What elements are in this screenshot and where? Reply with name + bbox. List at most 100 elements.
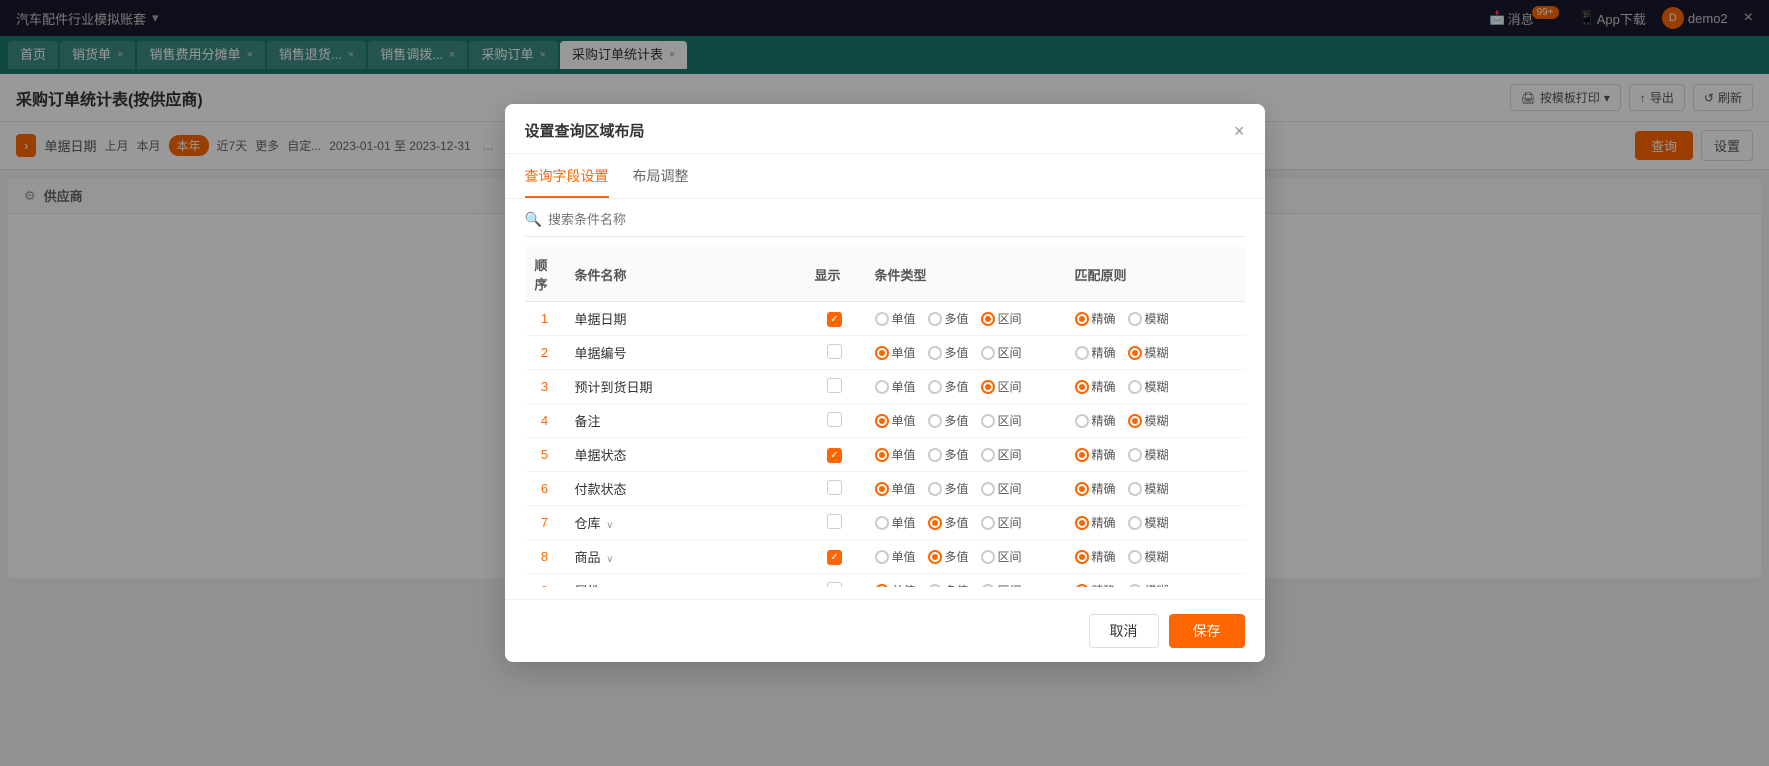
radio-type-multi-4[interactable]: 多值	[928, 446, 969, 463]
radio-type-multi-1[interactable]: 多值	[928, 344, 969, 361]
cell-name-1: 单据编号	[565, 336, 805, 370]
radio-match-exact-1[interactable]: 精确	[1075, 344, 1116, 361]
radio-type-multi-3[interactable]: 多值	[928, 412, 969, 429]
radio-type-single-0[interactable]: 单值	[875, 310, 916, 327]
radio-type-multi-5[interactable]: 多值	[928, 480, 969, 497]
cell-type-4: 单值 多值区间	[865, 438, 1065, 472]
radio-type-range-0[interactable]: 区间	[981, 310, 1022, 327]
radio-match-fuzzy-6[interactable]: 模糊	[1128, 514, 1169, 531]
save-button[interactable]: 保存	[1169, 614, 1245, 648]
radio-circle-icon	[1075, 550, 1089, 564]
radio-type-multi-8[interactable]: 多值	[928, 582, 969, 587]
display-checkbox-4[interactable]: ✓	[827, 448, 842, 463]
radio-match-exact-8[interactable]: 精确	[1075, 582, 1116, 587]
cell-display-6	[805, 506, 865, 540]
radio-type-range-3[interactable]: 区间	[981, 412, 1022, 429]
radio-type-single-3[interactable]: 单值	[875, 412, 916, 429]
conditions-table: 顺序 条件名称 显示 条件类型 匹配原则 1单据日期✓单值多值区间精确模糊2单据…	[525, 247, 1245, 587]
radio-match-exact-7[interactable]: 精确	[1075, 548, 1116, 565]
cell-match-0: 精确模糊	[1065, 302, 1245, 336]
display-checkbox-5[interactable]	[827, 480, 842, 495]
radio-circle-icon	[928, 584, 942, 588]
cell-order-4: 5	[525, 438, 565, 472]
display-checkbox-1[interactable]	[827, 344, 842, 359]
radio-type-label: 区间	[998, 344, 1022, 361]
condition-search-input[interactable]	[548, 212, 748, 227]
radio-type-label: 多值	[945, 310, 969, 327]
radio-type-label: 区间	[998, 378, 1022, 395]
table-row: 7仓库 ∨单值多值区间精确模糊	[525, 506, 1245, 540]
radio-circle-icon	[1075, 516, 1089, 530]
display-checkbox-7[interactable]: ✓	[827, 550, 842, 565]
radio-circle-icon	[875, 414, 889, 428]
radio-type-multi-6[interactable]: 多值	[928, 514, 969, 531]
table-row: 2单据编号单值多值区间精确模糊	[525, 336, 1245, 370]
cell-order-3: 4	[525, 404, 565, 438]
radio-circle-icon	[981, 346, 995, 360]
radio-type-single-4[interactable]: 单值	[875, 446, 916, 463]
display-checkbox-0[interactable]: ✓	[827, 312, 842, 327]
dialog-tab-layout[interactable]: 布局调整	[633, 166, 689, 198]
radio-match-label: 精确	[1092, 412, 1116, 429]
radio-type-single-7[interactable]: 单值	[875, 548, 916, 565]
radio-type-multi-2[interactable]: 多值	[928, 378, 969, 395]
radio-type-range-6[interactable]: 区间	[981, 514, 1022, 531]
radio-type-single-5[interactable]: 单值	[875, 480, 916, 497]
radio-type-range-5[interactable]: 区间	[981, 480, 1022, 497]
cell-type-5: 单值多值区间	[865, 472, 1065, 506]
cell-match-7: 精确模糊	[1065, 540, 1245, 574]
cell-display-5	[805, 472, 865, 506]
display-checkbox-8[interactable]	[827, 582, 842, 588]
radio-circle-icon	[1075, 448, 1089, 462]
radio-type-range-7[interactable]: 区间	[981, 548, 1022, 565]
radio-match-fuzzy-1[interactable]: 模糊	[1128, 344, 1169, 361]
display-checkbox-3[interactable]	[827, 412, 842, 427]
radio-type-single-1[interactable]: 单值	[875, 344, 916, 361]
radio-circle-icon	[981, 584, 995, 588]
radio-match-exact-3[interactable]: 精确	[1075, 412, 1116, 429]
radio-match-exact-5[interactable]: 精确	[1075, 480, 1116, 497]
radio-match-fuzzy-3[interactable]: 模糊	[1128, 412, 1169, 429]
radio-type-single-6[interactable]: 单值	[875, 514, 916, 531]
radio-match-exact-4[interactable]: 精确	[1075, 446, 1116, 463]
radio-type-label: 单值	[892, 310, 916, 327]
table-row: 6付款状态单值多值区间精确模糊	[525, 472, 1245, 506]
cell-match-8: 精确 模糊	[1065, 574, 1245, 588]
radio-type-range-1[interactable]: 区间	[981, 344, 1022, 361]
cell-display-4: ✓	[805, 438, 865, 472]
th-display: 显示	[805, 247, 865, 302]
radio-type-single-2[interactable]: 单值	[875, 378, 916, 395]
radio-circle-icon	[981, 312, 995, 326]
dialog-close-button[interactable]: ×	[1234, 122, 1245, 140]
radio-match-fuzzy-5[interactable]: 模糊	[1128, 480, 1169, 497]
radio-type-label: 区间	[998, 310, 1022, 327]
radio-type-range-8[interactable]: 区间	[981, 582, 1022, 587]
cell-type-3: 单值多值区间	[865, 404, 1065, 438]
table-row: 3预计到货日期单值多值区间精确模糊	[525, 370, 1245, 404]
radio-match-fuzzy-8[interactable]: 模糊	[1128, 582, 1169, 587]
cell-name-3: 备注	[565, 404, 805, 438]
dropdown-arrow-icon: ∨	[606, 520, 613, 531]
cancel-button[interactable]: 取消	[1089, 614, 1159, 648]
radio-match-fuzzy-4[interactable]: 模糊	[1128, 446, 1169, 463]
radio-match-fuzzy-7[interactable]: 模糊	[1128, 548, 1169, 565]
radio-type-single-8[interactable]: 单值	[875, 582, 916, 587]
radio-match-label: 精确	[1092, 378, 1116, 395]
radio-type-label: 单值	[892, 480, 916, 497]
display-checkbox-6[interactable]	[827, 514, 842, 529]
radio-type-range-2[interactable]: 区间	[981, 378, 1022, 395]
radio-match-fuzzy-0[interactable]: 模糊	[1128, 310, 1169, 327]
radio-type-multi-7[interactable]: 多值	[928, 548, 969, 565]
radio-match-exact-6[interactable]: 精确	[1075, 514, 1116, 531]
cell-display-2	[805, 370, 865, 404]
radio-type-multi-0[interactable]: 多值	[928, 310, 969, 327]
radio-match-fuzzy-2[interactable]: 模糊	[1128, 378, 1169, 395]
display-checkbox-2[interactable]	[827, 378, 842, 393]
radio-circle-icon	[1128, 312, 1142, 326]
radio-type-label: 多值	[945, 446, 969, 463]
radio-type-range-4[interactable]: 区间	[981, 446, 1022, 463]
radio-match-exact-0[interactable]: 精确	[1075, 310, 1116, 327]
dialog-tab-query-fields[interactable]: 查询字段设置	[525, 166, 609, 198]
radio-match-exact-2[interactable]: 精确	[1075, 378, 1116, 395]
cell-display-3	[805, 404, 865, 438]
